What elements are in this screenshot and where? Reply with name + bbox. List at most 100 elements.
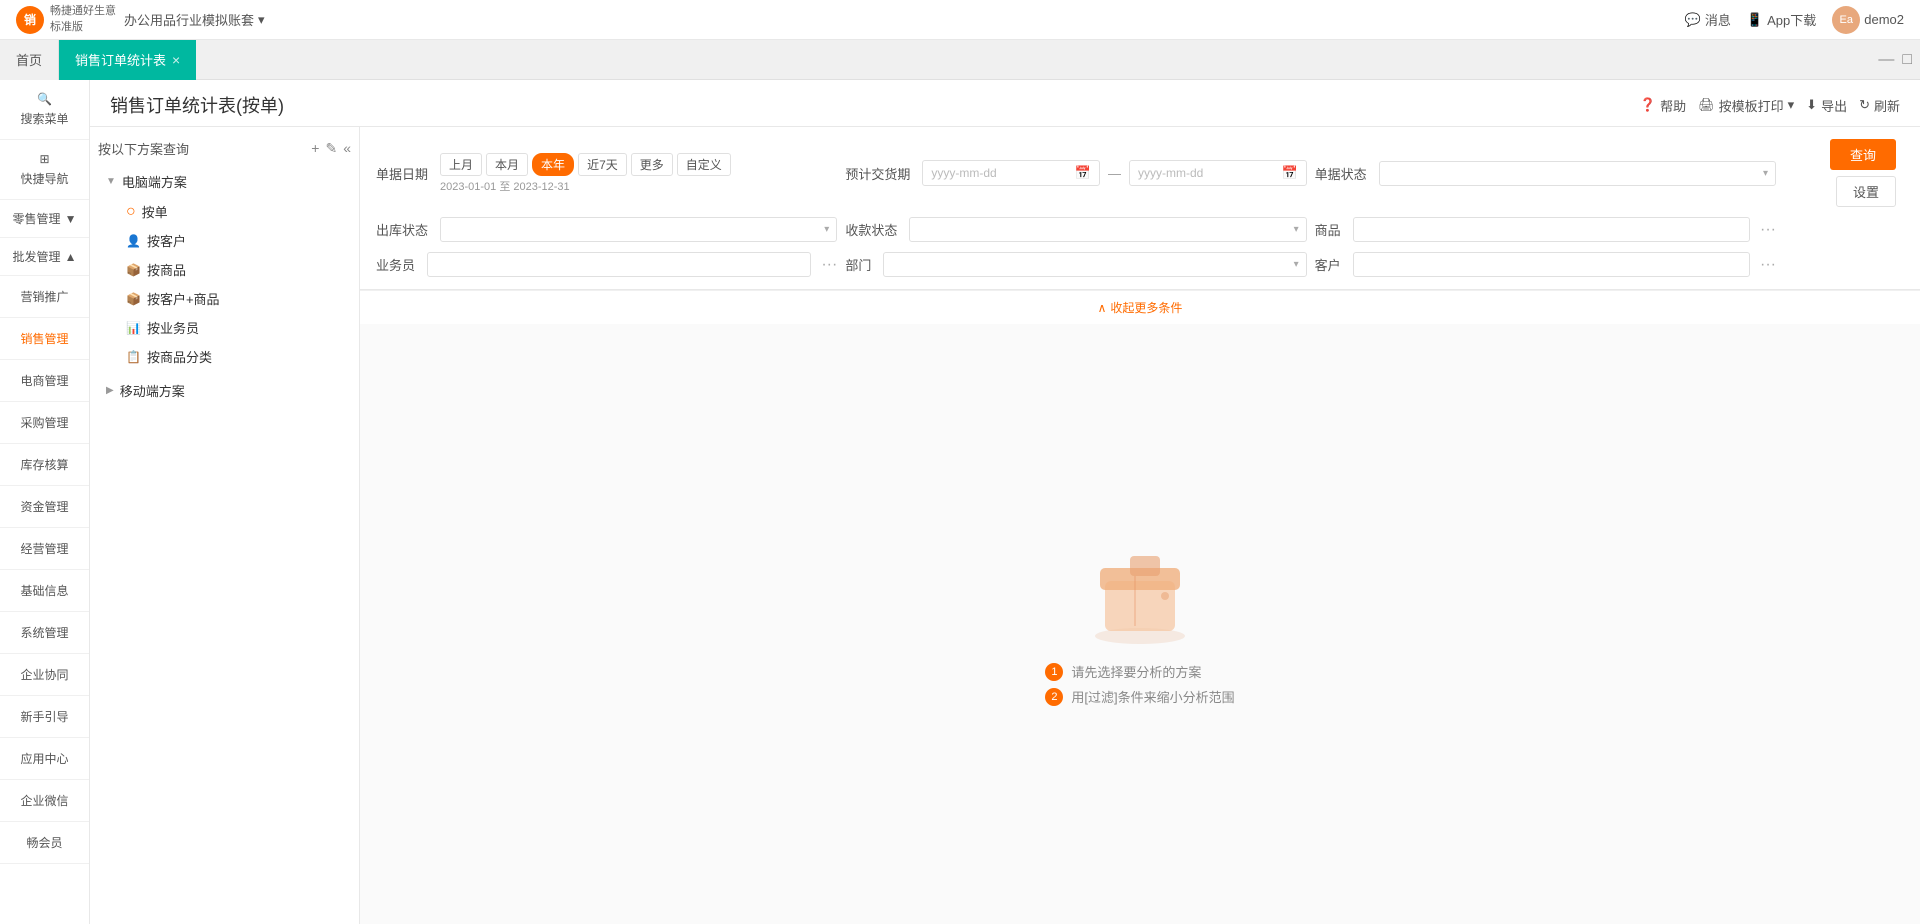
top-bar-left: 销 畅捷通好生意 标准版 办公用品行业模拟账套 ▾	[16, 5, 265, 34]
date-custom[interactable]: 自定义	[677, 153, 731, 176]
sidebar: 🔍 搜索菜单 ⊞ 快捷导航 零售管理 ▼ 批发管理 ▲ 营销推广 销售管理 电商…	[0, 80, 90, 924]
sidebar-operations[interactable]: 经营管理	[0, 528, 89, 570]
desktop-section-label: 电脑端方案	[122, 172, 187, 191]
sidebar-basic-info[interactable]: 基础信息	[0, 570, 89, 612]
date-last-month[interactable]: 上月	[440, 153, 482, 176]
empty-svg	[1080, 536, 1200, 646]
user-menu[interactable]: Ea demo2	[1832, 6, 1904, 34]
calendar-end-icon: 📅	[1281, 165, 1297, 181]
date-last-7-days[interactable]: 近7天	[578, 153, 627, 176]
maximize-button[interactable]: □	[1902, 51, 1912, 69]
tab-bar: 首页 销售订单统计表 × — □	[0, 40, 1920, 80]
export-button[interactable]: ⬇ 导出	[1806, 96, 1847, 115]
tree-item-by-customer-goods[interactable]: 📦 按客户+商品	[118, 284, 351, 313]
by-order-icon: ○	[126, 203, 136, 221]
sidebar-wechat[interactable]: 企业微信	[0, 780, 89, 822]
query-buttons: 查询 设置	[1784, 139, 1904, 207]
help-icon: ❓	[1640, 97, 1656, 113]
filter-status-cell: 单据状态 ▾	[1315, 161, 1776, 186]
sidebar-sales-mgmt[interactable]: 销售管理	[0, 318, 89, 360]
sidebar-inventory[interactable]: 库存核算	[0, 444, 89, 486]
search-icon: 🔍	[37, 92, 52, 106]
refresh-button[interactable]: ↻ 刷新	[1859, 96, 1900, 115]
refresh-icon: ↻	[1859, 97, 1870, 113]
download-icon: 📱	[1747, 12, 1763, 28]
sidebar-system[interactable]: 系统管理	[0, 612, 89, 654]
edit-scheme-button[interactable]: ✎	[325, 140, 337, 157]
sidebar-marketing[interactable]: 营销推广	[0, 276, 89, 318]
sidebar-finance[interactable]: 资金管理	[0, 486, 89, 528]
page-actions: ❓ 帮助 🖨 按模板打印 ▾ ⬇ 导出 ↻ 刷新	[1640, 96, 1900, 115]
query-button[interactable]: 查询	[1830, 139, 1896, 170]
ship-status-select[interactable]	[440, 217, 837, 242]
settings-button[interactable]: 设置	[1836, 176, 1896, 207]
salesman-more-icon[interactable]: ···	[821, 256, 837, 274]
left-panel: 按以下方案查询 + ✎ « ▼ 电脑端方案 ○ 按单	[90, 127, 360, 924]
date-this-year[interactable]: 本年	[532, 153, 574, 176]
logo-text: 畅捷通好生意 标准版	[50, 5, 116, 34]
customer-input[interactable]	[1353, 252, 1750, 277]
date-more[interactable]: 更多	[631, 153, 673, 176]
pay-status-select[interactable]	[909, 217, 1306, 242]
top-bar: 销 畅捷通好生意 标准版 办公用品行业模拟账套 ▾ 💬 消息 📱 App下载 E…	[0, 0, 1920, 40]
salesman-input[interactable]	[427, 252, 811, 277]
dept-select[interactable]	[883, 252, 1306, 277]
sidebar-wholesale-mgmt[interactable]: 批发管理 ▲	[0, 238, 89, 276]
tree-expand-icon: ▼	[106, 176, 116, 187]
tree-item-by-salesman[interactable]: 📊 按业务员	[118, 313, 351, 342]
sidebar-quick-nav[interactable]: ⊞ 快捷导航	[0, 140, 89, 200]
expected-date-end[interactable]: yyyy-mm-dd 📅	[1129, 160, 1307, 186]
customer-more-icon[interactable]: ···	[1760, 256, 1776, 274]
sidebar-app-center[interactable]: 应用中心	[0, 738, 89, 780]
main-layout: 🔍 搜索菜单 ⊞ 快捷导航 零售管理 ▼ 批发管理 ▲ 营销推广 销售管理 电商…	[0, 80, 1920, 924]
sidebar-purchase[interactable]: 采购管理	[0, 402, 89, 444]
filter-ship-status-cell: 出库状态 ▾	[376, 217, 837, 242]
goods-input[interactable]	[1353, 217, 1750, 242]
status-select[interactable]	[1379, 161, 1776, 186]
tab-close-button[interactable]: ×	[172, 52, 180, 68]
date-this-month[interactable]: 本月	[486, 153, 528, 176]
empty-illustration	[1080, 536, 1200, 646]
tab-home[interactable]: 首页	[0, 40, 59, 80]
account-dropdown[interactable]: 办公用品行业模拟账套 ▾	[124, 10, 265, 29]
filter-expected-date-cell: 预计交货期 yyyy-mm-dd 📅 — yyyy-mm-dd 📅	[845, 160, 1306, 186]
logo-area: 销 畅捷通好生意 标准版	[16, 5, 116, 34]
tree-mobile-section[interactable]: ▶ 移动端方案	[98, 375, 351, 406]
tab-sales-order[interactable]: 销售订单统计表 ×	[59, 40, 196, 80]
collapse-up-icon: ∧	[1098, 301, 1107, 315]
expected-date-start[interactable]: yyyy-mm-dd 📅	[922, 160, 1100, 186]
tree-desktop-section[interactable]: ▼ 电脑端方案	[98, 166, 351, 197]
minimize-button[interactable]: —	[1878, 51, 1894, 69]
sidebar-new-guide[interactable]: 新手引导	[0, 696, 89, 738]
goods-more-icon[interactable]: ···	[1760, 221, 1776, 239]
sidebar-member[interactable]: 畅会员	[0, 822, 89, 864]
pay-status-label: 收款状态	[845, 220, 897, 239]
message-button[interactable]: 💬 消息	[1685, 10, 1731, 29]
tree-item-by-goods[interactable]: 📦 按商品	[118, 255, 351, 284]
print-button[interactable]: 🖨 按模板打印 ▾	[1698, 96, 1794, 115]
sidebar-enterprise[interactable]: 企业协同	[0, 654, 89, 696]
empty-state: 1 请先选择要分析的方案 2 用[过滤]条件来缩小分析范围	[360, 324, 1920, 924]
dept-label: 部门	[845, 255, 871, 274]
app-download-button[interactable]: 📱 App下载	[1747, 10, 1816, 29]
by-customer-goods-icon: 📦	[126, 292, 141, 306]
collapse-bar[interactable]: ∧ 收起更多条件	[360, 290, 1920, 324]
sidebar-search[interactable]: 🔍 搜索菜单	[0, 80, 89, 140]
tree-item-by-order[interactable]: ○ 按单	[118, 197, 351, 226]
by-customer-icon: 👤	[126, 234, 141, 248]
calendar-start-icon: 📅	[1075, 165, 1091, 181]
tree-desktop-items: ○ 按单 👤 按客户 📦 按商品 📦 按客户+商品	[98, 197, 351, 371]
help-button[interactable]: ❓ 帮助	[1640, 96, 1686, 115]
print-dropdown-icon: ▾	[1788, 97, 1795, 113]
sidebar-ecommerce[interactable]: 电商管理	[0, 360, 89, 402]
filter-date-cell: 单据日期 上月 本月 本年 近7天 更多 自定义 20	[376, 153, 837, 194]
sidebar-retail-mgmt[interactable]: 零售管理 ▼	[0, 200, 89, 238]
filter-salesman-cell: 业务员 ···	[376, 252, 837, 277]
tree-item-by-category[interactable]: 📋 按商品分类	[118, 342, 351, 371]
collapse-panel-button[interactable]: «	[343, 140, 351, 157]
tab-bar-actions: — □	[1878, 51, 1920, 69]
add-scheme-button[interactable]: +	[311, 140, 319, 157]
filter-goods-cell: 商品 ···	[1315, 217, 1776, 242]
tree-item-by-customer[interactable]: 👤 按客户	[118, 226, 351, 255]
right-panel: 单据日期 上月 本月 本年 近7天 更多 自定义 20	[360, 127, 1920, 924]
